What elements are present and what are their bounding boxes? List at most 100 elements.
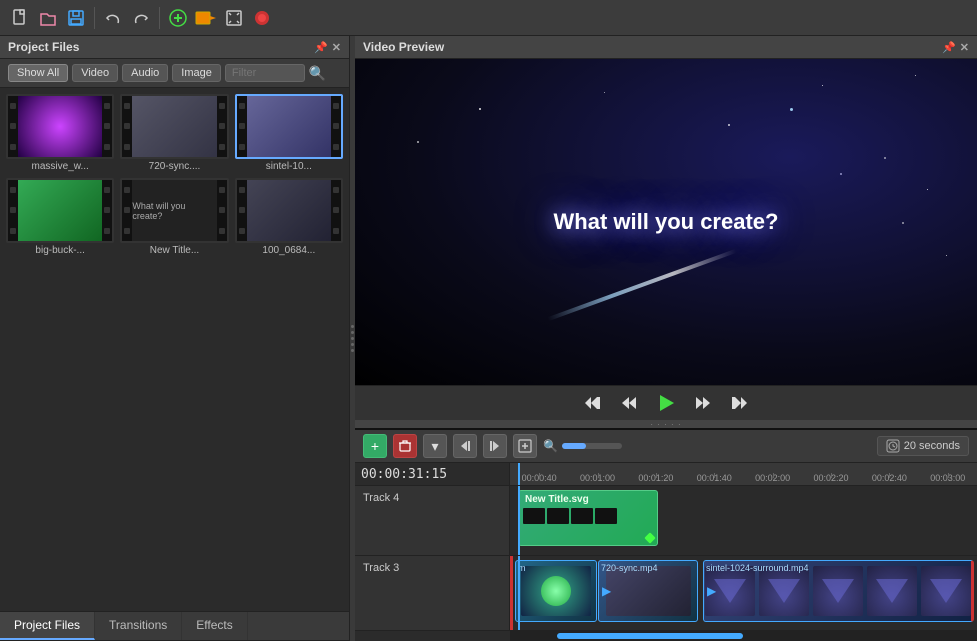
toolbar-separator-2 [159,7,160,29]
clip-newtitle-thumbs [519,508,657,524]
timeline-toolbar: + ▾ 🔍 [355,430,977,463]
export-icon[interactable] [194,6,218,30]
clip-720-timeline[interactable]: 720-sync.mp4 ▶ [598,560,698,622]
dropdown-button[interactable]: ▾ [423,434,447,458]
ruler-mark-1: 00:01:00 [568,473,626,483]
project-files-header: Project Files 📌 ✕ [0,36,349,59]
timeline-scrollbar-thumb[interactable] [557,633,744,639]
zoom-icon: 🔍 [543,439,558,453]
ruler-mark-2: 00:01:20 [627,473,685,483]
track-4-label: Track 4 [355,486,510,555]
clip-bigbuck-timeline[interactable]: m [515,560,597,622]
filter-audio[interactable]: Audio [122,64,168,82]
thumb-100-label: 100_0684... [235,245,343,256]
filter-clear-icon[interactable]: 🔍 [309,65,326,82]
zoom-slider[interactable]: 🔍 [543,439,622,453]
timeline-ruler[interactable]: 00:00:40 00:01:00 00:01:20 00:01:40 [510,463,977,485]
new-file-icon[interactable] [8,6,32,30]
rewind-button[interactable] [619,394,639,412]
video-preview-text: What will you create? [554,209,779,235]
redo-icon[interactable] [129,6,153,30]
add-clip-icon[interactable] [166,6,190,30]
ruler-mark-4: 00:02:00 [744,473,802,483]
track-3-label: Track 3 [355,556,510,630]
play-button[interactable] [655,392,677,414]
clip-sintel-timeline[interactable]: sintel-1024-surround.mp4 [703,560,974,622]
undo-icon[interactable] [101,6,125,30]
ruler-mark-3: 00:01:40 [685,473,743,483]
panel-icon-close[interactable]: ✕ [332,41,341,54]
ruler-marks-container: 00:00:40 00:01:00 00:01:20 00:01:40 [510,463,977,485]
thumb-bigbuck-label: big-buck-... [6,245,114,256]
time-display: 20 seconds [877,436,969,456]
end-button[interactable] [483,434,507,458]
forward-to-end-button[interactable] [729,394,749,412]
save-file-icon[interactable] [64,6,88,30]
thumb-massive-label: massive_w... [6,161,114,172]
clip-bb-content [516,561,596,621]
right-panel: Video Preview 📌 ✕ [355,36,977,641]
filter-image[interactable]: Image [172,64,221,82]
thumb-newtitle[interactable]: What will you create? New Title... [120,178,228,256]
clip-end-marker [644,532,655,543]
filter-show-all[interactable]: Show All [8,64,68,82]
video-preview-header: Video Preview 📌 ✕ [355,36,977,59]
toolbar [0,0,977,36]
thumb-720sync[interactable]: 720-sync.... [120,94,228,172]
thumb-newtitle-label: New Title... [120,245,228,256]
panel-icon-pin[interactable]: 📌 [314,41,328,54]
timeline-scrollbar[interactable] [510,631,977,641]
filter-input[interactable] [225,64,305,82]
rewind-to-start-button[interactable] [583,394,603,412]
video-preview: What will you create? [355,59,977,385]
preview-close-icon[interactable]: ✕ [960,41,969,54]
record-icon[interactable] [250,6,274,30]
insert-button[interactable] [513,434,537,458]
ruler-mark-6: 00:02:40 [860,473,918,483]
time-display-value: 20 seconds [904,440,960,452]
clip-720-label: 720-sync.mp4 [601,563,658,573]
bottom-tabs: Project Files Transitions Effects [0,611,349,641]
add-track-button[interactable]: + [363,434,387,458]
ruler-mark-5: 00:02:20 [802,473,860,483]
thumb-sintel10[interactable]: sintel-10... [235,94,343,172]
clip-newtitle[interactable]: New Title.svg [518,490,658,546]
thumb-massive[interactable]: massive_w... [6,94,114,172]
clip-sintel-arrow: ▶ [707,584,716,598]
tab-transitions[interactable]: Transitions [95,612,182,640]
filter-bar: Show All Video Audio Image 🔍 [0,59,349,88]
thumb-bigbuck[interactable]: big-buck-... [6,178,114,256]
left-panel: Project Files 📌 ✕ Show All Video Audio I… [0,36,350,641]
timeline: + ▾ 🔍 [355,428,977,641]
ruler-mark-7: 00:03:00 [919,473,977,483]
tab-project-files[interactable]: Project Files [0,612,95,640]
main-area: Project Files 📌 ✕ Show All Video Audio I… [0,36,977,641]
video-controls [355,385,977,420]
clip-sintel-label: sintel-1024-surround.mp4 [706,563,809,573]
track-3-content: m 720-sync.mp4 [510,556,977,630]
open-file-icon[interactable] [36,6,60,30]
timecode-display: 00:00:31:15 [355,463,510,485]
track-4-content: New Title.svg [510,486,977,555]
fast-forward-button[interactable] [693,394,713,412]
thumb-sintel-label: sintel-10... [235,161,343,172]
begin-button[interactable] [453,434,477,458]
timeline-separator[interactable]: · · · · · [355,420,977,428]
tab-effects[interactable]: Effects [182,612,247,640]
track-3-red-marker [510,556,513,630]
fullscreen-icon[interactable] [222,6,246,30]
delete-track-button[interactable] [393,434,417,458]
clip-bb-label: m [518,563,526,573]
timeline-header-row: 00:00:31:15 00:00:40 00:01:00 0 [355,463,977,486]
thumbnails-grid: massive_w... 720-sync.... sintel-10... [0,88,349,611]
filter-video[interactable]: Video [72,64,118,82]
toolbar-separator-1 [94,7,95,29]
ruler-playhead [518,463,520,485]
thumb-100[interactable]: 100_0684... [235,178,343,256]
project-files-title: Project Files [8,40,79,54]
track-3-row: Track 3 m [355,556,977,631]
thumb-newtitle-fill: What will you create? [132,180,216,241]
track-4-row: Track 4 New Title.svg [355,486,977,556]
preview-pin-icon[interactable]: 📌 [942,41,956,54]
timeline-body: 00:00:31:15 00:00:40 00:01:00 0 [355,463,977,631]
